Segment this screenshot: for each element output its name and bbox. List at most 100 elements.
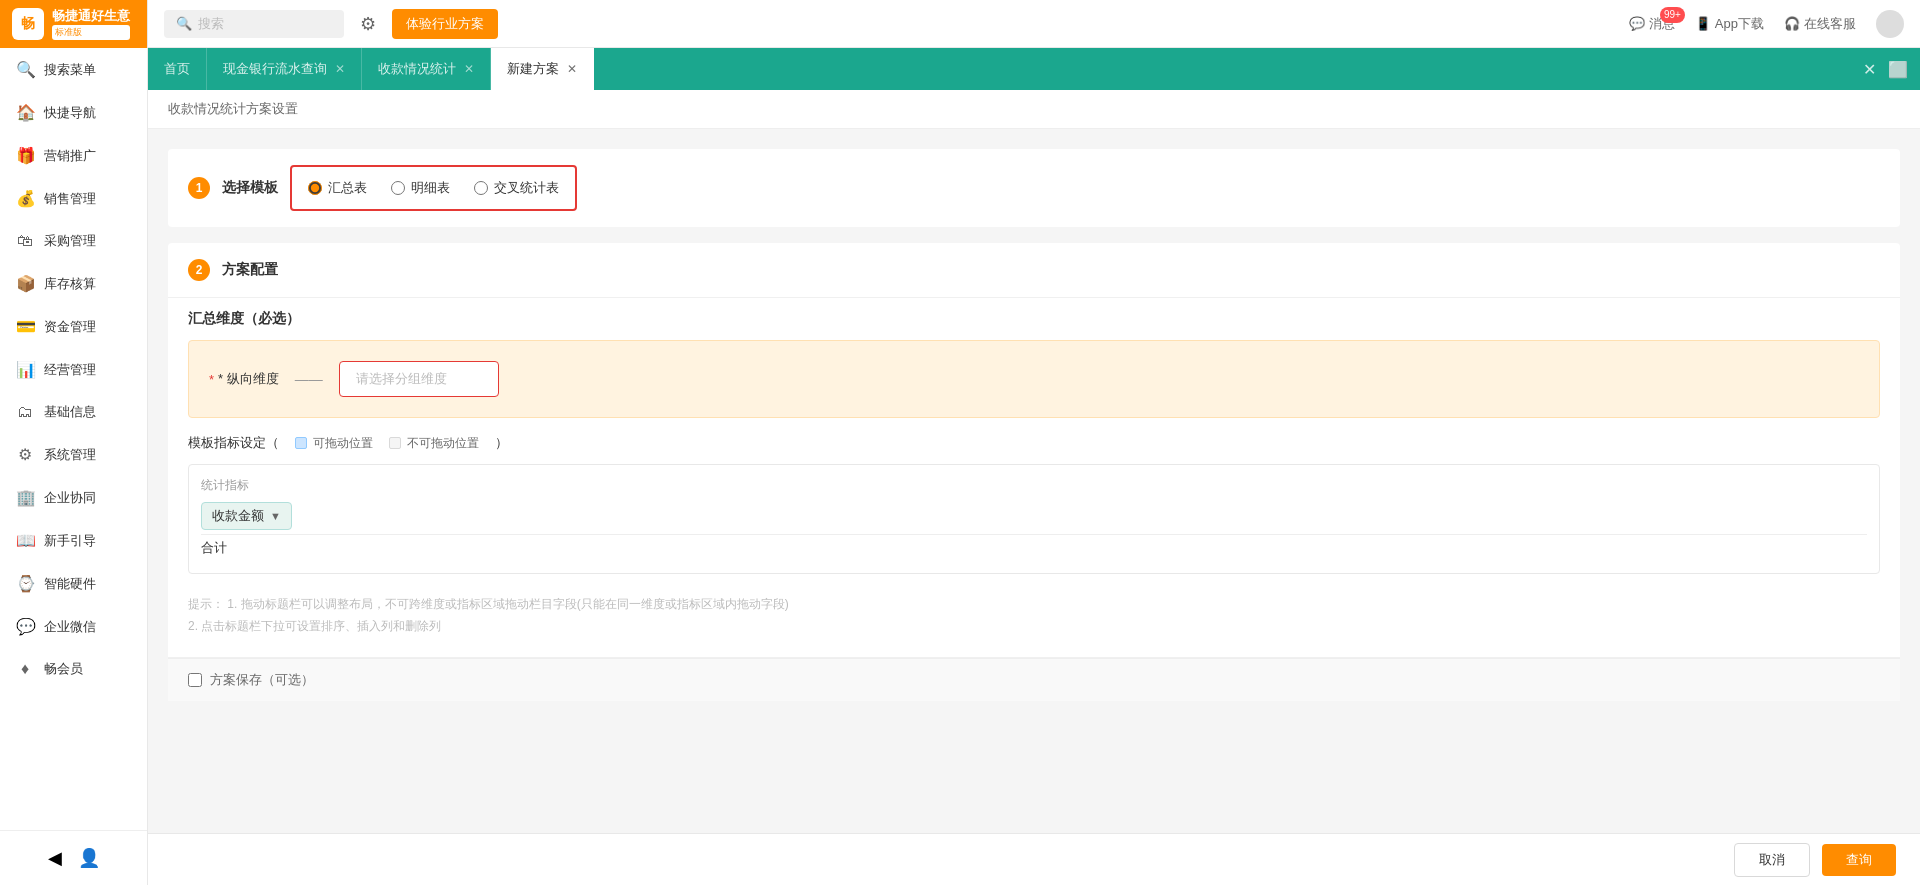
sales-icon: 💰 [16, 189, 34, 208]
sidebar-item-label: 库存核算 [44, 275, 96, 293]
sidebar-item-enterprise[interactable]: 🏢 企业协同 [0, 476, 147, 519]
tab-new-plan-close[interactable]: ✕ [567, 62, 577, 76]
dimension-select[interactable]: 请选择分组维度 [339, 361, 499, 397]
draggable-label: 可拖动位置 [313, 435, 373, 452]
sidebar-item-label: 资金管理 [44, 318, 96, 336]
sidebar-item-operations[interactable]: 📊 经营管理 [0, 348, 147, 391]
step1-section: 1 选择模板 汇总表 明细表 交叉统计表 [168, 149, 1900, 227]
message-badge: 99+ [1660, 7, 1685, 23]
sidebar-item-system[interactable]: ⚙ 系统管理 [0, 433, 147, 476]
radio-detail-input[interactable] [391, 181, 405, 195]
member-icon: ♦ [16, 660, 34, 678]
gift-icon: 🎁 [16, 146, 34, 165]
sidebar-item-finance[interactable]: 💳 资金管理 [0, 305, 147, 348]
non-draggable-hint: 不可拖动位置 [389, 435, 479, 452]
bottom-bar: 取消 查询 [148, 833, 1920, 885]
sidebar-item-label: 采购管理 [44, 232, 96, 250]
sidebar-item-label: 营销推广 [44, 147, 96, 165]
tab-collection-close[interactable]: ✕ [464, 62, 474, 76]
radio-summary-input[interactable] [308, 181, 322, 195]
headset-icon: 🎧 [1784, 16, 1800, 31]
radio-summary[interactable]: 汇总表 [308, 179, 367, 197]
topbar-search[interactable]: 🔍 搜索 [164, 10, 344, 38]
sidebar-item-label: 快捷导航 [44, 104, 96, 122]
service-btn[interactable]: 🎧 在线客服 [1784, 15, 1856, 33]
sidebar-collapse-icon[interactable]: ◀ [48, 847, 62, 869]
sidebar-item-search[interactable]: 🔍 搜索菜单 [0, 48, 147, 91]
sidebar-item-guide[interactable]: 📖 新手引导 [0, 519, 147, 562]
step1-badge: 1 [188, 177, 210, 199]
sidebar-nav: 🔍 搜索菜单 🏠 快捷导航 🎁 营销推广 💰 销售管理 🛍 采购管理 📦 库存核… [0, 48, 147, 830]
tab-new-plan-label: 新建方案 [507, 60, 559, 78]
close-all-icon[interactable]: ✕ [1863, 60, 1876, 79]
step1-row: 1 选择模板 汇总表 明细表 交叉统计表 [168, 149, 1900, 227]
industry-btn[interactable]: 体验行业方案 [392, 9, 498, 39]
metrics-title-prefix: 模板指标设定（ [188, 434, 279, 452]
tab-new-plan[interactable]: 新建方案 ✕ [491, 48, 594, 90]
cancel-button[interactable]: 取消 [1734, 843, 1810, 877]
tab-bank[interactable]: 现金银行流水查询 ✕ [207, 48, 362, 90]
sidebar-item-sales[interactable]: 💰 销售管理 [0, 177, 147, 220]
metrics-tag-row: 收款金额 ▼ [201, 502, 1867, 534]
logo-name: 畅捷通好生意 [52, 8, 130, 24]
save-row: 方案保存（可选） [168, 658, 1900, 701]
metrics-tag-amount[interactable]: 收款金额 ▼ [201, 502, 292, 530]
sidebar-item-marketing[interactable]: 🎁 营销推广 [0, 134, 147, 177]
download-btn[interactable]: 📱 App下载 [1695, 15, 1764, 33]
sidebar-item-inventory[interactable]: 📦 库存核算 [0, 262, 147, 305]
tab-bank-label: 现金银行流水查询 [223, 60, 327, 78]
tips-line2: 2. 点击标题栏下拉可设置排序、插入列和删除列 [188, 616, 1880, 638]
config-section: 汇总维度（必选） * * 纵向维度 —— 请选择分组维度 [168, 298, 1900, 594]
logo-icon: 畅 [12, 8, 44, 40]
tab-home[interactable]: 首页 [148, 48, 207, 90]
tab-bank-close[interactable]: ✕ [335, 62, 345, 76]
tab-collection[interactable]: 收款情况统计 ✕ [362, 48, 491, 90]
radio-summary-label: 汇总表 [328, 179, 367, 197]
topbar: 🔍 搜索 ⚙ 体验行业方案 💬 消息 99+ 📱 App下载 🎧 在线客服 [148, 0, 1920, 48]
user-avatar[interactable] [1876, 10, 1904, 38]
maximize-icon[interactable]: ⬜ [1888, 60, 1908, 79]
query-button[interactable]: 查询 [1822, 844, 1896, 876]
hardware-icon: ⌚ [16, 574, 34, 593]
service-label: 在线客服 [1804, 15, 1856, 33]
radio-cross[interactable]: 交叉统计表 [474, 179, 559, 197]
topbar-right: 💬 消息 99+ 📱 App下载 🎧 在线客服 [1629, 10, 1904, 38]
tips-line1: 提示： 1. 拖动标题栏可以调整布局，不可跨维度或指标区域拖动栏目字段(只能在同… [188, 594, 1880, 616]
sidebar-item-label: 企业微信 [44, 618, 96, 636]
sidebar: 畅 畅捷通好生意 标准版 🔍 搜索菜单 🏠 快捷导航 🎁 营销推广 💰 销售管理… [0, 0, 148, 885]
wechat-icon: 💬 [16, 617, 34, 636]
sidebar-item-label: 畅会员 [44, 660, 83, 678]
sidebar-item-wechat[interactable]: 💬 企业微信 [0, 605, 147, 648]
home-icon: 🏠 [16, 103, 34, 122]
sidebar-item-baseinfo[interactable]: 🗂 基础信息 [0, 391, 147, 433]
sidebar-item-label: 智能硬件 [44, 575, 96, 593]
template-options-box: 汇总表 明细表 交叉统计表 [290, 165, 577, 211]
radio-detail[interactable]: 明细表 [391, 179, 450, 197]
sidebar-item-hardware[interactable]: ⌚ 智能硬件 [0, 562, 147, 605]
gear-icon: ⚙ [16, 445, 34, 464]
sidebar-item-member[interactable]: ♦ 畅会员 [0, 648, 147, 690]
content-body: 1 选择模板 汇总表 明细表 交叉统计表 [148, 129, 1920, 833]
metrics-header: 模板指标设定（ 可拖动位置 不可拖动位置 ） [188, 434, 1880, 452]
sidebar-item-label: 新手引导 [44, 532, 96, 550]
chart-icon: 📊 [16, 360, 34, 379]
arrow-icon: —— [295, 371, 323, 387]
non-draggable-dot [389, 437, 401, 449]
message-icon: 💬 [1629, 16, 1645, 31]
info-icon: 🗂 [16, 403, 34, 421]
sidebar-item-quicknav[interactable]: 🏠 快捷导航 [0, 91, 147, 134]
draggable-hint: 可拖动位置 [295, 435, 373, 452]
radio-cross-label: 交叉统计表 [494, 179, 559, 197]
sidebar-item-purchase[interactable]: 🛍 采购管理 [0, 220, 147, 262]
sidebar-item-label: 经营管理 [44, 361, 96, 379]
radio-cross-input[interactable] [474, 181, 488, 195]
settings-icon[interactable]: ⚙ [360, 13, 376, 35]
sidebar-logo: 畅 畅捷通好生意 标准版 [0, 0, 147, 48]
save-checkbox[interactable] [188, 673, 202, 687]
message-btn[interactable]: 💬 消息 99+ [1629, 15, 1675, 33]
tab-home-label: 首页 [164, 60, 190, 78]
sidebar-item-label: 系统管理 [44, 446, 96, 464]
required-mark: * [209, 372, 214, 387]
sidebar-user-icon[interactable]: 👤 [78, 847, 100, 869]
step2-label: 方案配置 [222, 261, 278, 279]
